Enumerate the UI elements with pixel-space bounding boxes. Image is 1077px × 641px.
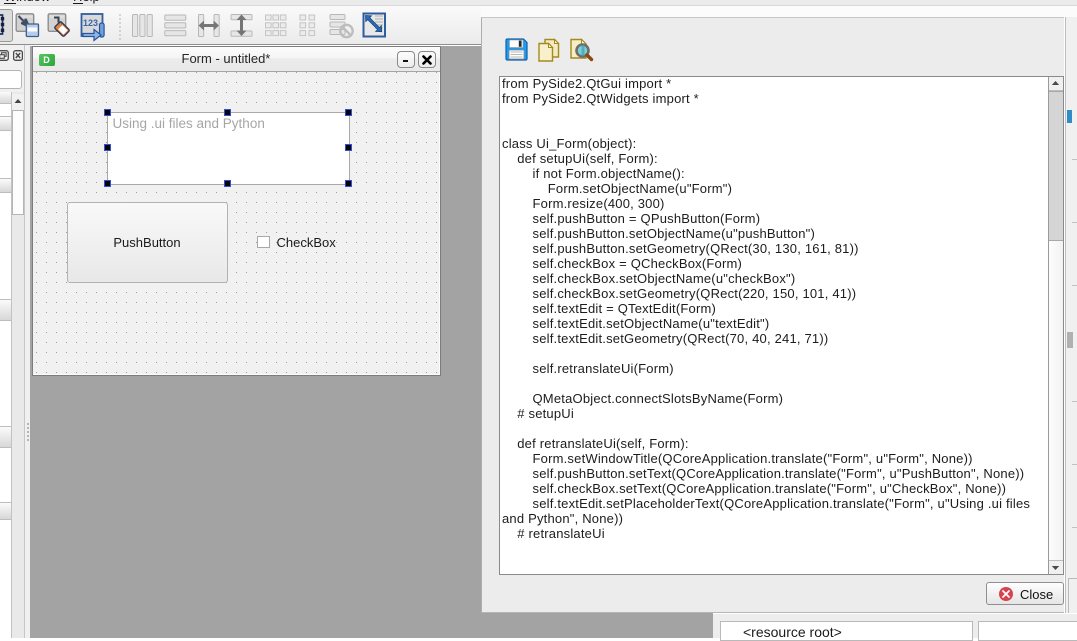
svg-text:123: 123 (83, 18, 98, 28)
